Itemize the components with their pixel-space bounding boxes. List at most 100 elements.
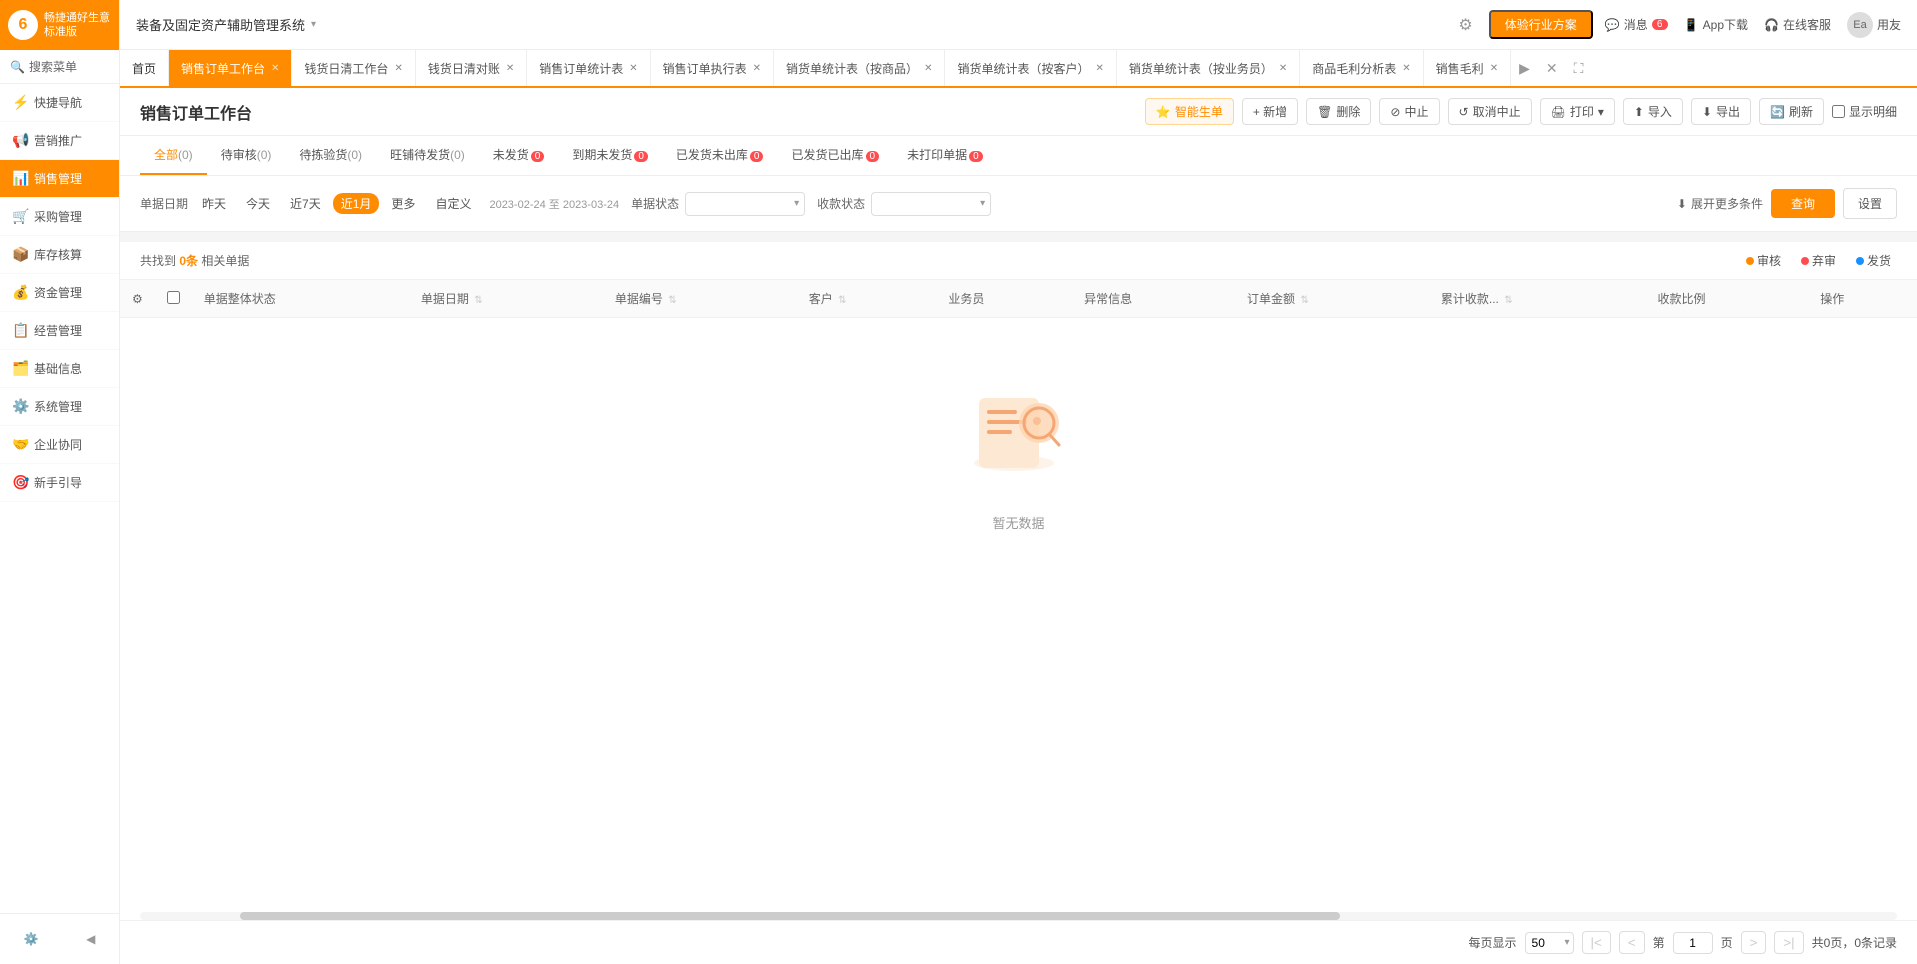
prev-page-btn[interactable]: < [1619, 931, 1645, 954]
tab-goods-stat[interactable]: 销货单统计表（按商品） ✕ [774, 50, 945, 87]
status-select[interactable] [685, 192, 805, 216]
sort-no-icon[interactable]: ⇅ [668, 295, 676, 306]
system-dropdown-icon[interactable]: ▾ [311, 19, 316, 30]
tab-close-6[interactable]: ✕ [924, 63, 932, 74]
scroll-thumb[interactable] [240, 912, 1340, 920]
sub-tab-pending-check[interactable]: 待拣验货(0) [285, 136, 376, 175]
date-7days[interactable]: 近7天 [282, 193, 329, 214]
online-service-btn[interactable]: 🎧 在线客服 [1764, 16, 1831, 33]
user-area[interactable]: Ea 用友 [1847, 12, 1901, 38]
th-collected[interactable]: 累计收款... ⇅ [1429, 280, 1646, 318]
sort-amount-icon[interactable]: ⇅ [1300, 295, 1308, 306]
th-date[interactable]: 单据日期 ⇅ [409, 280, 603, 318]
sidebar-item-inventory[interactable]: 📦 库存核算 [0, 236, 119, 274]
tab-customer-stat[interactable]: 销货单统计表（按客户） ✕ [945, 50, 1116, 87]
sub-tab-unprinted[interactable]: 未打印单据0 [893, 136, 997, 175]
import-btn[interactable]: ⬆ 导入 [1623, 98, 1683, 125]
sort-collected-icon[interactable]: ⇅ [1504, 295, 1512, 306]
message-btn[interactable]: 💬 消息 6 [1605, 16, 1668, 33]
page-input[interactable] [1673, 932, 1713, 954]
tab-close-4[interactable]: ✕ [629, 63, 637, 74]
refresh-btn[interactable]: 🔄 刷新 [1759, 98, 1824, 125]
tab-sales-stat[interactable]: 销售订单统计表 ✕ [527, 50, 650, 87]
show-detail-toggle[interactable]: 显示明细 [1832, 103, 1897, 120]
sidebar-item-system[interactable]: ⚙️ 系统管理 [0, 388, 119, 426]
app-download-btn[interactable]: 📱 App下载 [1684, 16, 1748, 33]
stop-btn[interactable]: ⊘ 中止 [1379, 98, 1439, 125]
sidebar-item-marketing[interactable]: 📢 营销推广 [0, 122, 119, 160]
sub-tab-expired-unshipped[interactable]: 到期未发货0 [558, 136, 662, 175]
tab-close-8[interactable]: ✕ [1279, 63, 1287, 74]
sub-tab-shipped-out[interactable]: 已发货已出库0 [777, 136, 893, 175]
sidebar-settings-icon[interactable]: ⚙️ [14, 922, 49, 956]
sidebar-item-cooperation[interactable]: 🤝 企业协同 [0, 426, 119, 464]
sub-tab-wangpu-ship[interactable]: 旺铺待发货(0) [376, 136, 479, 175]
sort-customer-icon[interactable]: ⇅ [838, 295, 846, 306]
sidebar-collapse-icon[interactable]: ◀ [76, 922, 105, 956]
sub-tab-all[interactable]: 全部(0) [140, 136, 207, 175]
tab-sales-exec[interactable]: 销售订单执行表 ✕ [651, 50, 774, 87]
date-1month[interactable]: 近1月 [333, 193, 380, 214]
sort-date-icon[interactable]: ⇅ [474, 295, 482, 306]
cancel-stop-btn[interactable]: ↺ 取消中止 [1448, 98, 1532, 125]
show-detail-checkbox[interactable] [1832, 105, 1845, 118]
date-custom[interactable]: 自定义 [427, 193, 479, 214]
sidebar-item-basic-info[interactable]: 🗂️ 基础信息 [0, 350, 119, 388]
date-today[interactable]: 今天 [238, 193, 278, 214]
review-btn[interactable]: 审核 [1740, 250, 1787, 271]
tab-expand[interactable]: ⛶ [1566, 50, 1592, 87]
per-page-select[interactable]: 50 10 20 100 [1525, 932, 1574, 954]
tab-close-all[interactable]: ✕ [1538, 50, 1566, 87]
first-page-btn[interactable]: |< [1582, 931, 1611, 954]
tab-daily-reconcile[interactable]: 钱货日清对账 ✕ [416, 50, 527, 87]
tab-staff-stat[interactable]: 销货单统计表（按业务员） ✕ [1117, 50, 1300, 87]
select-all-checkbox[interactable] [167, 291, 180, 304]
delete-btn[interactable]: 🗑 删除 [1306, 98, 1371, 125]
tab-sales-close[interactable]: ✕ [271, 63, 279, 74]
topbar-gear-icon[interactable]: ⚙ [1454, 11, 1476, 39]
th-customer[interactable]: 客户 ⇅ [797, 280, 937, 318]
sidebar-item-guide[interactable]: 🎯 新手引导 [0, 464, 119, 502]
sub-tab-pending-review[interactable]: 待审核(0) [207, 136, 286, 175]
export-btn[interactable]: ⬇ 导出 [1691, 98, 1751, 125]
payment-select[interactable] [871, 192, 991, 216]
industry-btn[interactable]: 体验行业方案 [1489, 10, 1593, 39]
th-settings[interactable]: ⚙ [120, 280, 155, 318]
date-yesterday[interactable]: 昨天 [194, 193, 234, 214]
sidebar-item-search[interactable]: 🔍 搜索菜单 [0, 50, 119, 84]
tab-close-10[interactable]: ✕ [1490, 63, 1498, 74]
query-btn[interactable]: 查询 [1771, 189, 1835, 218]
sub-tab-unshipped[interactable]: 未发货0 [479, 136, 559, 175]
tab-sales-margin[interactable]: 销售毛利 ✕ [1424, 50, 1511, 87]
add-btn[interactable]: + 新增 [1242, 98, 1298, 125]
tab-margin-analysis[interactable]: 商品毛利分析表 ✕ [1300, 50, 1423, 87]
tab-close-2[interactable]: ✕ [394, 63, 402, 74]
sub-tab-shipped-not-out[interactable]: 已发货未出库0 [662, 136, 778, 175]
th-amount[interactable]: 订单金额 ⇅ [1235, 280, 1429, 318]
setting-btn[interactable]: 设置 [1843, 188, 1897, 219]
tab-sales-workbench[interactable]: 销售订单工作台 ✕ [169, 50, 292, 87]
ship-btn[interactable]: 发货 [1850, 250, 1897, 271]
sidebar-item-operations[interactable]: 📋 经营管理 [0, 312, 119, 350]
tab-home[interactable]: 首页 [120, 50, 169, 87]
smart-generate-btn[interactable]: ⭐ 智能生单 [1145, 98, 1234, 125]
tab-nav-more[interactable]: ▶ [1511, 50, 1538, 87]
expand-filter-btn[interactable]: ⬇ 展开更多条件 [1677, 195, 1763, 212]
tab-daily-clear[interactable]: 钱货日清工作台 ✕ [292, 50, 415, 87]
date-more[interactable]: 更多 [383, 193, 423, 214]
sidebar-item-finance[interactable]: 💰 资金管理 [0, 274, 119, 312]
print-btn[interactable]: 🖨 打印 ▾ [1540, 98, 1615, 125]
tab-close-3[interactable]: ✕ [506, 63, 514, 74]
print-dropdown-icon[interactable]: ▾ [1598, 105, 1604, 119]
tab-close-7[interactable]: ✕ [1095, 63, 1103, 74]
tab-close-5[interactable]: ✕ [753, 63, 761, 74]
th-no[interactable]: 单据编号 ⇅ [603, 280, 797, 318]
cancel-review-btn[interactable]: 弃审 [1795, 250, 1842, 271]
sidebar-item-quick-nav[interactable]: ⚡ 快捷导航 [0, 84, 119, 122]
scroll-track[interactable] [140, 912, 1897, 920]
th-checkbox[interactable] [155, 280, 192, 318]
tab-close-9[interactable]: ✕ [1402, 63, 1410, 74]
sidebar-item-purchase[interactable]: 🛒 采购管理 [0, 198, 119, 236]
sidebar-item-sales[interactable]: 📊 销售管理 [0, 160, 119, 198]
last-page-btn[interactable]: >| [1774, 931, 1803, 954]
